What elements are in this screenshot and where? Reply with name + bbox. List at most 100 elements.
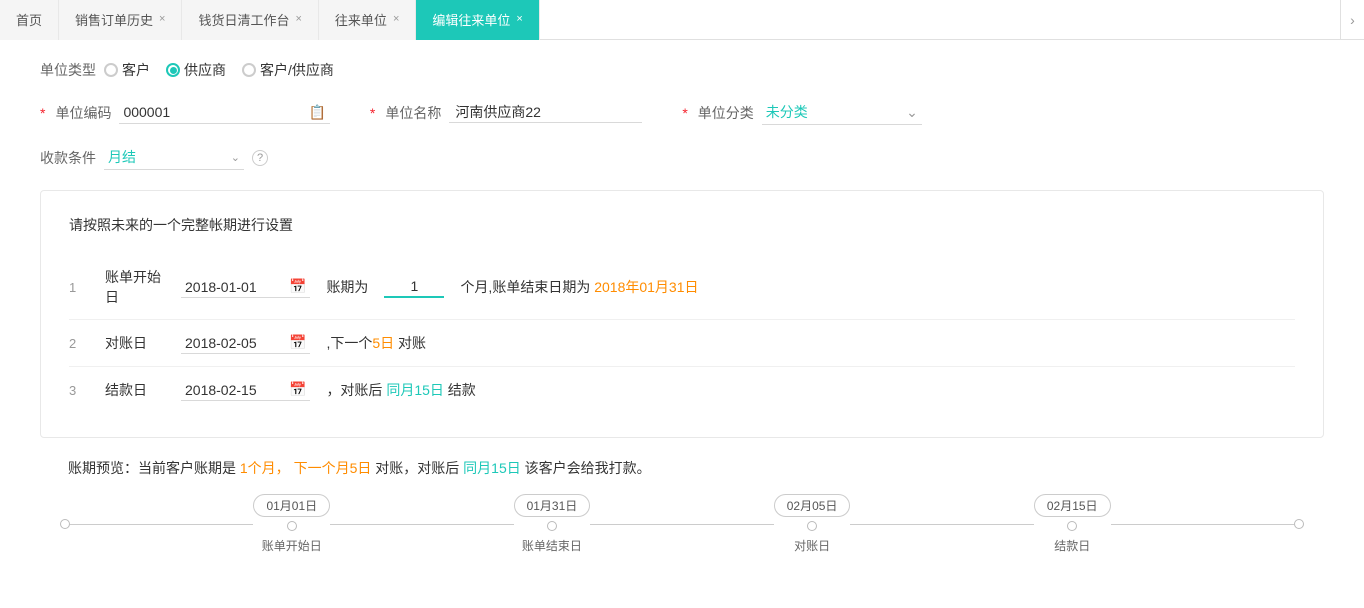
start-date-input[interactable] [185, 279, 285, 295]
required-star-code: * [40, 105, 45, 121]
unit-class-field: * 单位分类 未分类 ⌄ [682, 100, 921, 125]
tab-cashier[interactable]: 钱货日清工作台 × [182, 0, 318, 40]
preview-months: 1个月， [240, 460, 290, 476]
row-label-2: 对账日 [105, 333, 165, 353]
radio-customer[interactable]: 客户 [104, 60, 150, 80]
timeline-line-5 [1111, 524, 1294, 525]
radio-supplier[interactable]: 供应商 [166, 60, 226, 80]
timeline-sublabel-3: 对账日 [794, 537, 830, 554]
payment-select[interactable]: 月结 ⌄ [104, 145, 244, 170]
radio-both[interactable]: 客户/供应商 [242, 60, 334, 80]
timeline-point-4: 02月15日 结款日 [1034, 494, 1111, 554]
payment-label: 收款条件 [40, 148, 96, 168]
row-label-3: 结款日 [105, 380, 165, 400]
period-desc-suffix-1: 个月,账单结束日期为 2018年01月31日 [460, 277, 698, 297]
timeline-sublabel-1: 账单开始日 [262, 537, 322, 554]
preview-reconcile-day: 下一个月5日 [294, 460, 372, 476]
chevron-down-icon: ⌄ [231, 151, 240, 164]
tab-edit-partner[interactable]: 编辑往来单位 × [416, 0, 539, 40]
payment-value: 月结 [108, 147, 231, 167]
close-icon[interactable]: × [516, 14, 522, 25]
unit-name-field: * 单位名称 [370, 102, 642, 123]
timeline: 01月01日 账单开始日 01月31日 账单结束日 02月05日 对账日 02月… [40, 494, 1324, 554]
radio-label-customer: 客户 [122, 60, 150, 80]
row-num-2: 2 [69, 336, 89, 351]
chevron-down-icon: ⌄ [906, 104, 918, 121]
timeline-badge-1: 01月01日 [253, 494, 330, 517]
timeline-dot-2 [547, 521, 557, 531]
preview-payment-day: 同月15日 [463, 460, 521, 476]
unit-name-input[interactable] [449, 102, 642, 123]
reconcile-date-input[interactable] [185, 335, 285, 351]
calendar-icon[interactable]: 📅 [289, 278, 306, 295]
card-title: 请按照未来的一个完整帐期进行设置 [69, 215, 1295, 235]
payment-row: 收款条件 月结 ⌄ ? [40, 145, 1324, 170]
timeline-line-2 [330, 524, 513, 525]
unit-type-label: 单位类型 [40, 60, 96, 80]
period-card: 请按照未来的一个完整帐期进行设置 1 账单开始日 📅 账期为 个月,账单结束日期… [40, 190, 1324, 438]
period-row-2: 2 对账日 📅 ,下一个5日 对账 [69, 320, 1295, 367]
tab-home[interactable]: 首页 [0, 0, 59, 40]
help-icon[interactable]: ? [252, 150, 268, 166]
timeline-badge-3: 02月05日 [774, 494, 851, 517]
close-icon[interactable]: × [159, 14, 165, 25]
tab-sales-history[interactable]: 销售订单历史 × [59, 0, 182, 40]
required-star-class: * [682, 105, 687, 121]
reconcile-day-highlight: 5日 [372, 335, 394, 351]
period-end-date: 2018年01月31日 [594, 279, 698, 295]
payment-day-highlight: 同月15日 [386, 382, 444, 398]
period-row-3: 3 结款日 📅 ，对账后 同月15日 结款 [69, 367, 1295, 413]
tabs-bar: 首页 销售订单历史 × 钱货日清工作台 × 往来单位 × 编辑往来单位 × › [0, 0, 1364, 40]
timeline-sublabel-4: 结款日 [1054, 537, 1090, 554]
reconcile-date-input-wrap: 📅 [181, 332, 310, 354]
timeline-dot-1 [287, 521, 297, 531]
unit-type-field: 单位类型 客户 供应商 客户/供应商 [40, 60, 334, 80]
start-date-input-wrap: 📅 [181, 276, 310, 298]
radio-circle-supplier [166, 63, 180, 77]
calendar-icon[interactable]: 📅 [289, 334, 306, 351]
row-label-1: 账单开始日 [105, 267, 165, 307]
row-num-3: 3 [69, 383, 89, 398]
unit-name-label: 单位名称 [385, 103, 441, 123]
radio-label-supplier: 供应商 [184, 60, 226, 80]
payment-date-input-wrap: 📅 [181, 379, 310, 401]
tab-partners[interactable]: 往来单位 × [319, 0, 416, 40]
timeline-line-1 [70, 524, 253, 525]
period-desc-1: 账期为 [326, 277, 368, 297]
timeline-point-3: 02月05日 对账日 [774, 494, 851, 554]
payment-condition-field: 收款条件 月结 ⌄ ? [40, 145, 268, 170]
required-star-name: * [370, 105, 375, 121]
unit-type-radio-group: 客户 供应商 客户/供应商 [104, 60, 334, 80]
unit-class-label: 单位分类 [698, 103, 754, 123]
timeline-badge-4: 02月15日 [1034, 494, 1111, 517]
timeline-line-4 [850, 524, 1033, 525]
main-content: 单位类型 客户 供应商 客户/供应商 * 单位编码 [0, 40, 1364, 608]
unit-info-row: * 单位编码 📋 * 单位名称 * 单位分类 未分类 ⌄ [40, 100, 1324, 125]
timeline-end-dot [1294, 519, 1304, 529]
close-icon[interactable]: × [393, 14, 399, 25]
period-row-1: 1 账单开始日 📅 账期为 个月,账单结束日期为 2018年01月31日 [69, 255, 1295, 320]
timeline-dot-4 [1067, 521, 1077, 531]
timeline-dot-3 [807, 521, 817, 531]
timeline-line-3 [590, 524, 773, 525]
radio-label-both: 客户/供应商 [260, 60, 334, 80]
period-months-input[interactable] [384, 276, 444, 298]
payment-date-input[interactable] [185, 382, 285, 398]
row-num-1: 1 [69, 280, 89, 295]
timeline-point-2: 01月31日 账单结束日 [514, 494, 591, 554]
unit-code-input-wrap: 📋 [119, 102, 329, 124]
unit-code-field: * 单位编码 📋 [40, 102, 330, 124]
copy-icon[interactable]: 📋 [308, 104, 325, 121]
tab-arrow-icon[interactable]: › [1340, 0, 1364, 40]
timeline-start-dot [60, 519, 70, 529]
preview-text: 账期预览：当前客户账期是 1个月， 下一个月5日 对账，对账后 同月15日 该客… [40, 458, 1324, 478]
unit-code-input[interactable] [123, 104, 304, 120]
unit-class-select[interactable]: 未分类 ⌄ [762, 100, 922, 125]
close-icon[interactable]: × [295, 14, 301, 25]
calendar-icon[interactable]: 📅 [289, 381, 306, 398]
timeline-sublabel-2: 账单结束日 [522, 537, 582, 554]
period-desc-3: ，对账后 同月15日 结款 [326, 380, 475, 400]
period-desc-2: ,下一个5日 对账 [326, 333, 426, 353]
unit-type-row: 单位类型 客户 供应商 客户/供应商 [40, 60, 1324, 80]
unit-class-value: 未分类 [766, 102, 906, 122]
